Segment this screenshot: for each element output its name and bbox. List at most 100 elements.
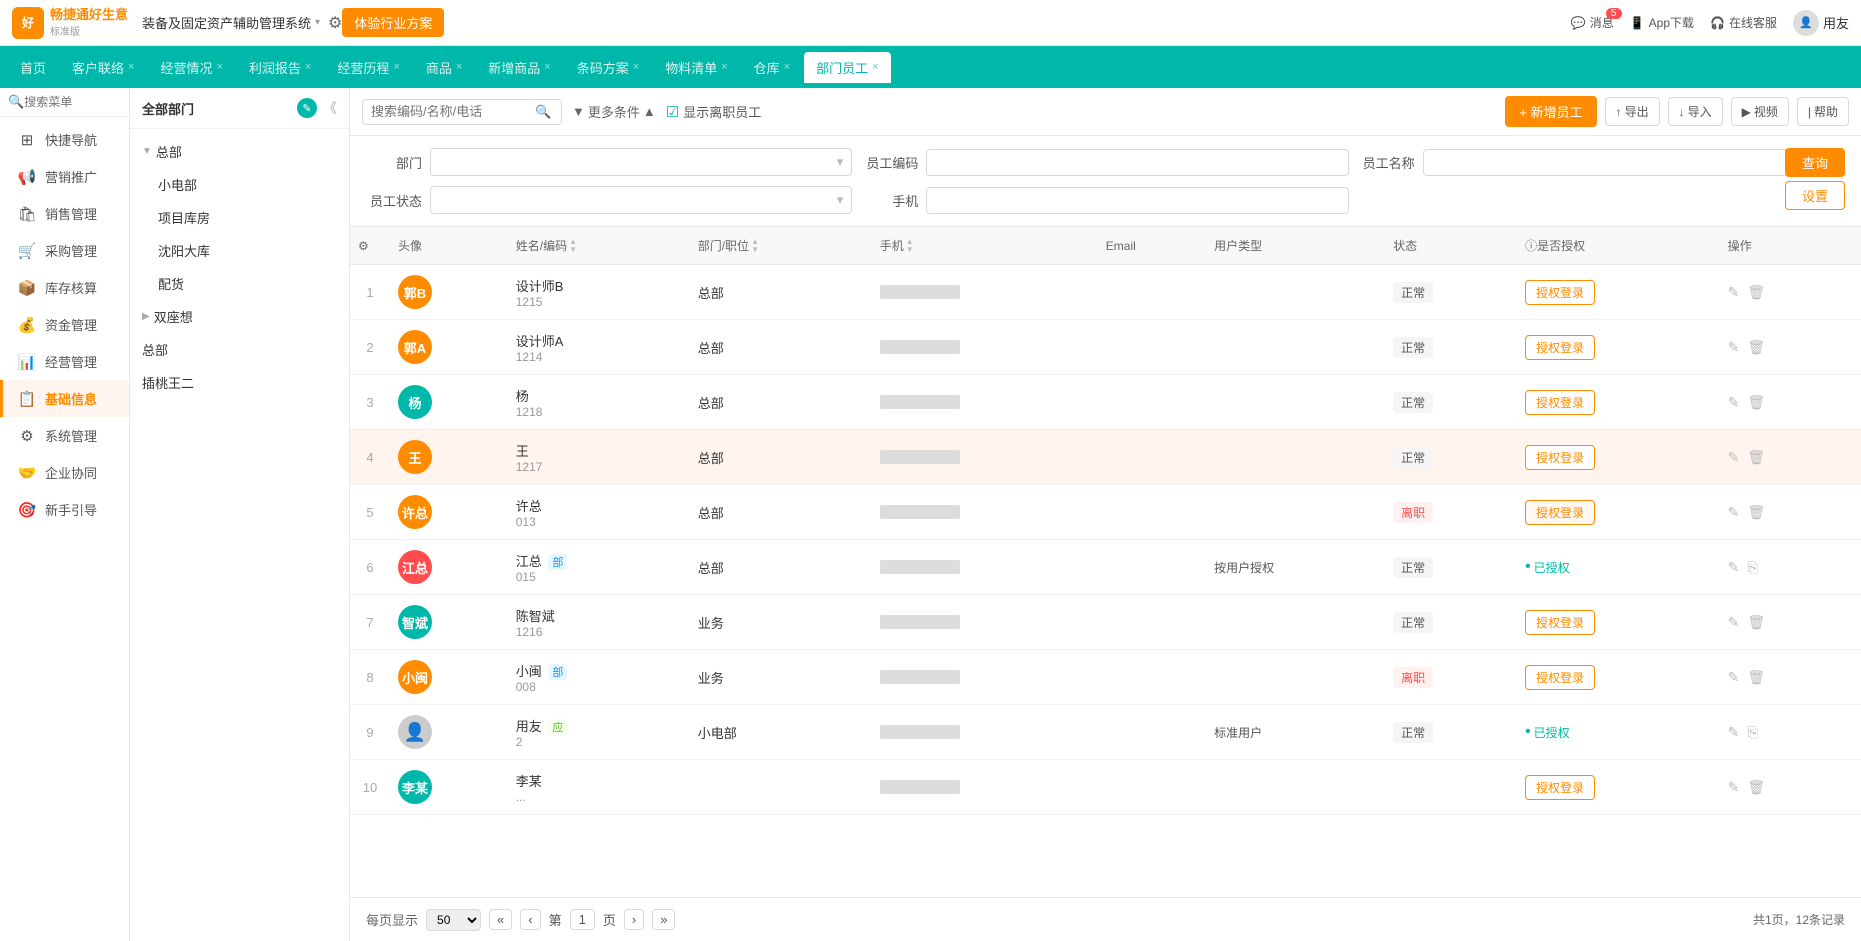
sidebar-item-basic-info[interactable]: 📋 基础信息 xyxy=(0,380,129,417)
sidebar-item-marketing[interactable]: 📢 营销推广 xyxy=(0,158,129,195)
dept-node-insert-king[interactable]: 插桃王二 xyxy=(130,366,349,399)
close-icon[interactable]: × xyxy=(721,61,727,73)
export-btn[interactable]: ↑ 导出 xyxy=(1605,97,1660,126)
close-icon[interactable]: × xyxy=(305,61,311,73)
auth-btn[interactable]: 授权登录 xyxy=(1525,280,1595,305)
next-page-btn[interactable]: › xyxy=(624,909,644,930)
close-icon[interactable]: × xyxy=(544,61,550,73)
help-btn[interactable]: | 帮助 xyxy=(1797,97,1849,126)
edit-icon[interactable]: ✎ xyxy=(1728,504,1740,521)
tab-profit[interactable]: 利润报告 × xyxy=(237,52,323,83)
sidebar-item-corp[interactable]: 🤝 企业协同 xyxy=(0,454,129,491)
tab-operations[interactable]: 经营情况 × xyxy=(148,52,234,83)
delete-icon[interactable]: 🗑 xyxy=(1747,614,1765,631)
edit-icon[interactable]: ✎ xyxy=(1728,559,1740,576)
sort-dept-btn[interactable]: 部门/职位 ▲▼ xyxy=(698,237,864,254)
tab-goods[interactable]: 商品 × xyxy=(414,52,474,83)
message-btn[interactable]: 💬 消息 5 xyxy=(1571,14,1614,31)
sidebar-item-ops[interactable]: 📊 经营管理 xyxy=(0,343,129,380)
settings-icon[interactable]: ⚙ xyxy=(358,239,369,253)
view-btn[interactable]: ▶ 视频 xyxy=(1731,97,1789,126)
last-page-btn[interactable]: » xyxy=(652,909,675,930)
sort-phone-btn[interactable]: 手机 ▲▼ xyxy=(880,237,1090,254)
edit-icon[interactable]: ✎ xyxy=(1728,449,1740,466)
phone-input[interactable] xyxy=(926,187,1348,214)
copy-icon[interactable]: ⎘ xyxy=(1747,559,1758,576)
dept-node-shenyang[interactable]: 沈阳大库 xyxy=(130,234,349,267)
dept-node-project-room[interactable]: 项目库房 xyxy=(130,201,349,234)
sidebar-search-input[interactable] xyxy=(24,95,121,109)
set-button[interactable]: 设置 xyxy=(1785,181,1845,210)
import-btn[interactable]: ↓ 导入 xyxy=(1668,97,1723,126)
edit-icon[interactable]: ✎ xyxy=(1728,669,1740,686)
delete-icon[interactable]: 🗑 xyxy=(1747,669,1765,686)
tab-barcode[interactable]: 条码方案 × xyxy=(565,52,651,83)
delete-icon[interactable]: 🗑 xyxy=(1747,504,1765,521)
dropdown-arrow-icon[interactable]: ▾ xyxy=(315,17,320,28)
add-employee-button[interactable]: + 新增员工 xyxy=(1505,96,1596,127)
first-page-btn[interactable]: « xyxy=(489,909,512,930)
delete-icon[interactable]: 🗑 xyxy=(1747,394,1765,411)
emp-code-input[interactable] xyxy=(926,149,1348,176)
edit-icon[interactable]: ✎ xyxy=(1728,724,1740,741)
tab-home[interactable]: 首页 xyxy=(8,52,58,83)
edit-icon[interactable]: ✎ xyxy=(1728,394,1740,411)
sort-name-btn[interactable]: 姓名/编码 ▲▼ xyxy=(516,237,682,254)
auth-btn[interactable]: 授权登录 xyxy=(1525,775,1595,800)
sidebar-item-sales[interactable]: 🛍 销售管理 xyxy=(0,195,129,232)
delete-icon[interactable]: 🗑 xyxy=(1747,779,1765,796)
collapse-icon[interactable]: 《 xyxy=(323,98,337,118)
status-filter-select[interactable]: ▾ xyxy=(430,186,852,214)
tab-history[interactable]: 经营历程 × xyxy=(325,52,411,83)
edit-icon[interactable]: ✎ xyxy=(1728,339,1740,356)
edit-icon[interactable]: ✎ xyxy=(1728,779,1740,796)
close-icon[interactable]: × xyxy=(456,61,462,73)
delete-icon[interactable]: 🗑 xyxy=(1747,339,1765,356)
auth-btn[interactable]: 授权登录 xyxy=(1525,445,1595,470)
edit-dept-icon[interactable]: ✎ xyxy=(297,98,317,118)
page-size-select[interactable]: 50 100 xyxy=(426,909,481,931)
auth-btn[interactable]: 授权登录 xyxy=(1525,610,1595,635)
dept-node-headquarters[interactable]: 总部 xyxy=(130,333,349,366)
copy-icon[interactable]: ⎘ xyxy=(1747,724,1758,741)
tab-add-goods[interactable]: 新增商品 × xyxy=(476,52,562,83)
tab-dept-employees[interactable]: 部门员工 × xyxy=(804,52,890,83)
query-button[interactable]: 查询 xyxy=(1785,148,1845,177)
search-input[interactable] xyxy=(371,104,531,119)
close-icon[interactable]: × xyxy=(128,61,134,73)
sidebar-item-guide[interactable]: 🎯 新手引导 xyxy=(0,491,129,528)
close-icon[interactable]: × xyxy=(872,61,878,73)
search-icon[interactable]: 🔍 xyxy=(535,104,551,120)
emp-name-input[interactable] xyxy=(1423,149,1845,176)
sidebar-item-inventory[interactable]: 📦 库存核算 xyxy=(0,269,129,306)
auth-btn[interactable]: 授权登录 xyxy=(1525,665,1595,690)
more-conditions-btn[interactable]: ▼ 更多条件 ▲ xyxy=(572,102,656,121)
close-icon[interactable]: × xyxy=(393,61,399,73)
auth-btn[interactable]: 授权登录 xyxy=(1525,500,1595,525)
dept-node-double-seat[interactable]: ▶ 双座想 xyxy=(130,300,349,333)
show-resigned-toggle[interactable]: ☑ 显示离职员工 xyxy=(666,102,761,121)
user-area[interactable]: 👤 用友 xyxy=(1793,10,1849,36)
edit-icon[interactable]: ✎ xyxy=(1728,614,1740,631)
sidebar-item-quick-nav[interactable]: ⊞ 快捷导航 xyxy=(0,121,129,158)
gear-icon[interactable]: ⚙ xyxy=(328,13,342,33)
delete-icon[interactable]: 🗑 xyxy=(1747,284,1765,301)
app-download-btn[interactable]: 📱 App下载 xyxy=(1630,14,1694,31)
auth-btn[interactable]: 授权登录 xyxy=(1525,335,1595,360)
close-icon[interactable]: × xyxy=(216,61,222,73)
dept-node-headquarters-parent[interactable]: ▼ 总部 xyxy=(130,135,349,168)
online-service-btn[interactable]: 🎧 在线客服 xyxy=(1710,14,1777,31)
try-btn[interactable]: 体验行业方案 xyxy=(342,8,444,37)
sidebar-item-system[interactable]: ⚙ 系统管理 xyxy=(0,417,129,454)
delete-icon[interactable]: 🗑 xyxy=(1747,449,1765,466)
dept-filter-select[interactable]: ▾ xyxy=(430,148,852,176)
sidebar-item-finance[interactable]: 💰 资金管理 xyxy=(0,306,129,343)
dept-node-small-elec[interactable]: 小电部 xyxy=(130,168,349,201)
tab-customer[interactable]: 客户联络 × xyxy=(60,52,146,83)
sidebar-item-purchase[interactable]: 🛒 采购管理 xyxy=(0,232,129,269)
prev-page-btn[interactable]: ‹ xyxy=(520,909,540,930)
tab-bom[interactable]: 物料清单 × xyxy=(653,52,739,83)
close-icon[interactable]: × xyxy=(633,61,639,73)
edit-icon[interactable]: ✎ xyxy=(1728,284,1740,301)
auth-btn[interactable]: 授权登录 xyxy=(1525,390,1595,415)
